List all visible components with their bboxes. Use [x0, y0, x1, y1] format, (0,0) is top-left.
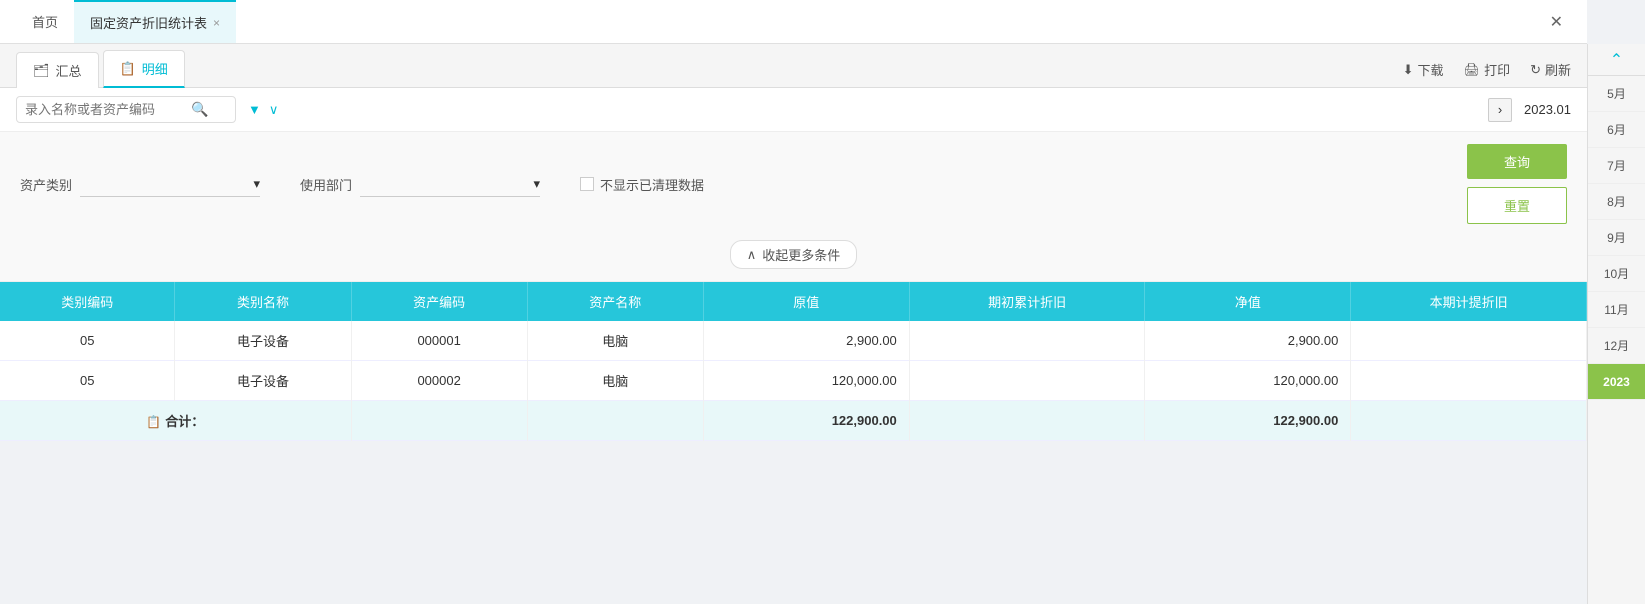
window-close-button[interactable]: ✕	[1542, 12, 1571, 32]
table-wrap: 类别编码 类别名称 资产编码 资产名称 原值 期初累计折旧 净值 本期计提折旧 …	[0, 282, 1587, 441]
fixed-assets-tab[interactable]: 固定资产折旧统计表 ×	[74, 0, 236, 43]
hide-cleared-filter: 不显示已清理数据	[580, 175, 704, 194]
hide-cleared-label: 不显示已清理数据	[600, 175, 704, 194]
month-item[interactable]: 8月	[1588, 184, 1645, 220]
search-icon: 🔍	[191, 101, 208, 118]
print-icon: 🖨	[1464, 62, 1481, 78]
table-row: 05 电子设备 000002 电脑 120,000.00 120,000.00	[0, 361, 1587, 401]
table-row: 05 电子设备 000001 电脑 2,900.00 2,900.00	[0, 321, 1587, 361]
search-input[interactable]	[25, 102, 185, 117]
collapse-conditions-button[interactable]: ∧ 收起更多条件	[730, 240, 858, 269]
home-nav-item[interactable]: 首页	[16, 0, 74, 43]
refresh-label: 刷新	[1545, 60, 1571, 79]
print-label: 打印	[1484, 60, 1510, 79]
col-accumulated-depreciation: 期初累计折旧	[909, 282, 1145, 321]
tab-bar: 🗂 汇总 📋 明细 ⬇ 下载 🖨 打印 ↻ 刷新	[0, 44, 1587, 88]
asset-category-label: 资产类别	[20, 175, 72, 194]
col-current-depreciation: 本期计提折旧	[1351, 282, 1587, 321]
col-category-code: 类别编码	[0, 282, 175, 321]
search-bar: 🔍 ▼ ∨ › 2023.01	[0, 88, 1587, 132]
table-header-row: 类别编码 类别名称 资产编码 资产名称 原值 期初累计折旧 净值 本期计提折旧	[0, 282, 1587, 321]
collapse-arrow-button[interactable]: ›	[1488, 98, 1512, 122]
department-label: 使用部门	[300, 175, 352, 194]
month-item[interactable]: 12月	[1588, 328, 1645, 364]
department-dropdown-icon: ▾	[534, 176, 541, 192]
print-button[interactable]: 🖨 打印	[1464, 60, 1511, 79]
search-input-wrap[interactable]: 🔍	[16, 96, 236, 123]
filter-actions: 查询 重置	[1467, 144, 1567, 224]
collapse-label: 收起更多条件	[762, 245, 840, 264]
tab-summary-label: 汇总	[56, 61, 82, 80]
total-row: 📋合计： 122,900.00 122,900.00	[0, 401, 1587, 441]
filter-area: 资产类别 ▾ 使用部门 ▾ 不显示已清理数据 查询 重置	[0, 132, 1587, 282]
tab-close-icon[interactable]: ×	[213, 16, 220, 30]
department-filter: 使用部门 ▾	[300, 172, 540, 197]
chevron-down-icon: ∨	[269, 102, 279, 118]
month-item[interactable]: 7月	[1588, 148, 1645, 184]
asset-category-dropdown-icon: ▾	[253, 176, 260, 192]
department-select[interactable]: ▾	[360, 172, 540, 197]
asset-category-select[interactable]: ▾	[80, 172, 260, 197]
reset-button[interactable]: 重置	[1467, 187, 1567, 224]
col-category-name: 类别名称	[175, 282, 351, 321]
date-display: 2023.01	[1524, 102, 1571, 117]
tab-title: 固定资产折旧统计表	[90, 13, 207, 32]
month-item[interactable]: 9月	[1588, 220, 1645, 256]
refresh-icon: ↻	[1530, 62, 1541, 78]
download-icon: ⬇	[1403, 62, 1414, 78]
month-item[interactable]: 5月	[1588, 76, 1645, 112]
query-button[interactable]: 查询	[1467, 144, 1567, 179]
download-label: 下载	[1418, 60, 1444, 79]
assets-table: 类别编码 类别名称 资产编码 资产名称 原值 期初累计折旧 净值 本期计提折旧 …	[0, 282, 1587, 441]
filter-icon: ▼	[248, 102, 261, 117]
right-sidebar: ⌃ 5月6月7月8月9月10月11月12月 2023	[1587, 44, 1645, 604]
collapse-up-icon: ∧	[747, 247, 757, 263]
tab-detail[interactable]: 📋 明细	[103, 50, 185, 88]
summary-icon: 🗂	[33, 63, 50, 79]
col-original-value: 原值	[703, 282, 909, 321]
sidebar-up-arrow[interactable]: ⌃	[1588, 44, 1645, 76]
tab-detail-label: 明细	[142, 59, 168, 78]
col-net-value: 净值	[1145, 282, 1351, 321]
col-asset-code: 资产编码	[351, 282, 527, 321]
tab-summary[interactable]: 🗂 汇总	[16, 52, 99, 88]
hide-cleared-checkbox[interactable]	[580, 177, 594, 191]
refresh-button[interactable]: ↻ 刷新	[1530, 60, 1571, 79]
more-conditions-button[interactable]: ▼ ∨	[248, 102, 278, 118]
detail-icon: 📋	[120, 61, 136, 77]
month-item[interactable]: 6月	[1588, 112, 1645, 148]
download-button[interactable]: ⬇ 下载	[1403, 60, 1444, 79]
year-item[interactable]: 2023	[1588, 364, 1645, 400]
col-asset-name: 资产名称	[527, 282, 703, 321]
month-item[interactable]: 11月	[1588, 292, 1645, 328]
month-item[interactable]: 10月	[1588, 256, 1645, 292]
asset-category-filter: 资产类别 ▾	[20, 172, 260, 197]
